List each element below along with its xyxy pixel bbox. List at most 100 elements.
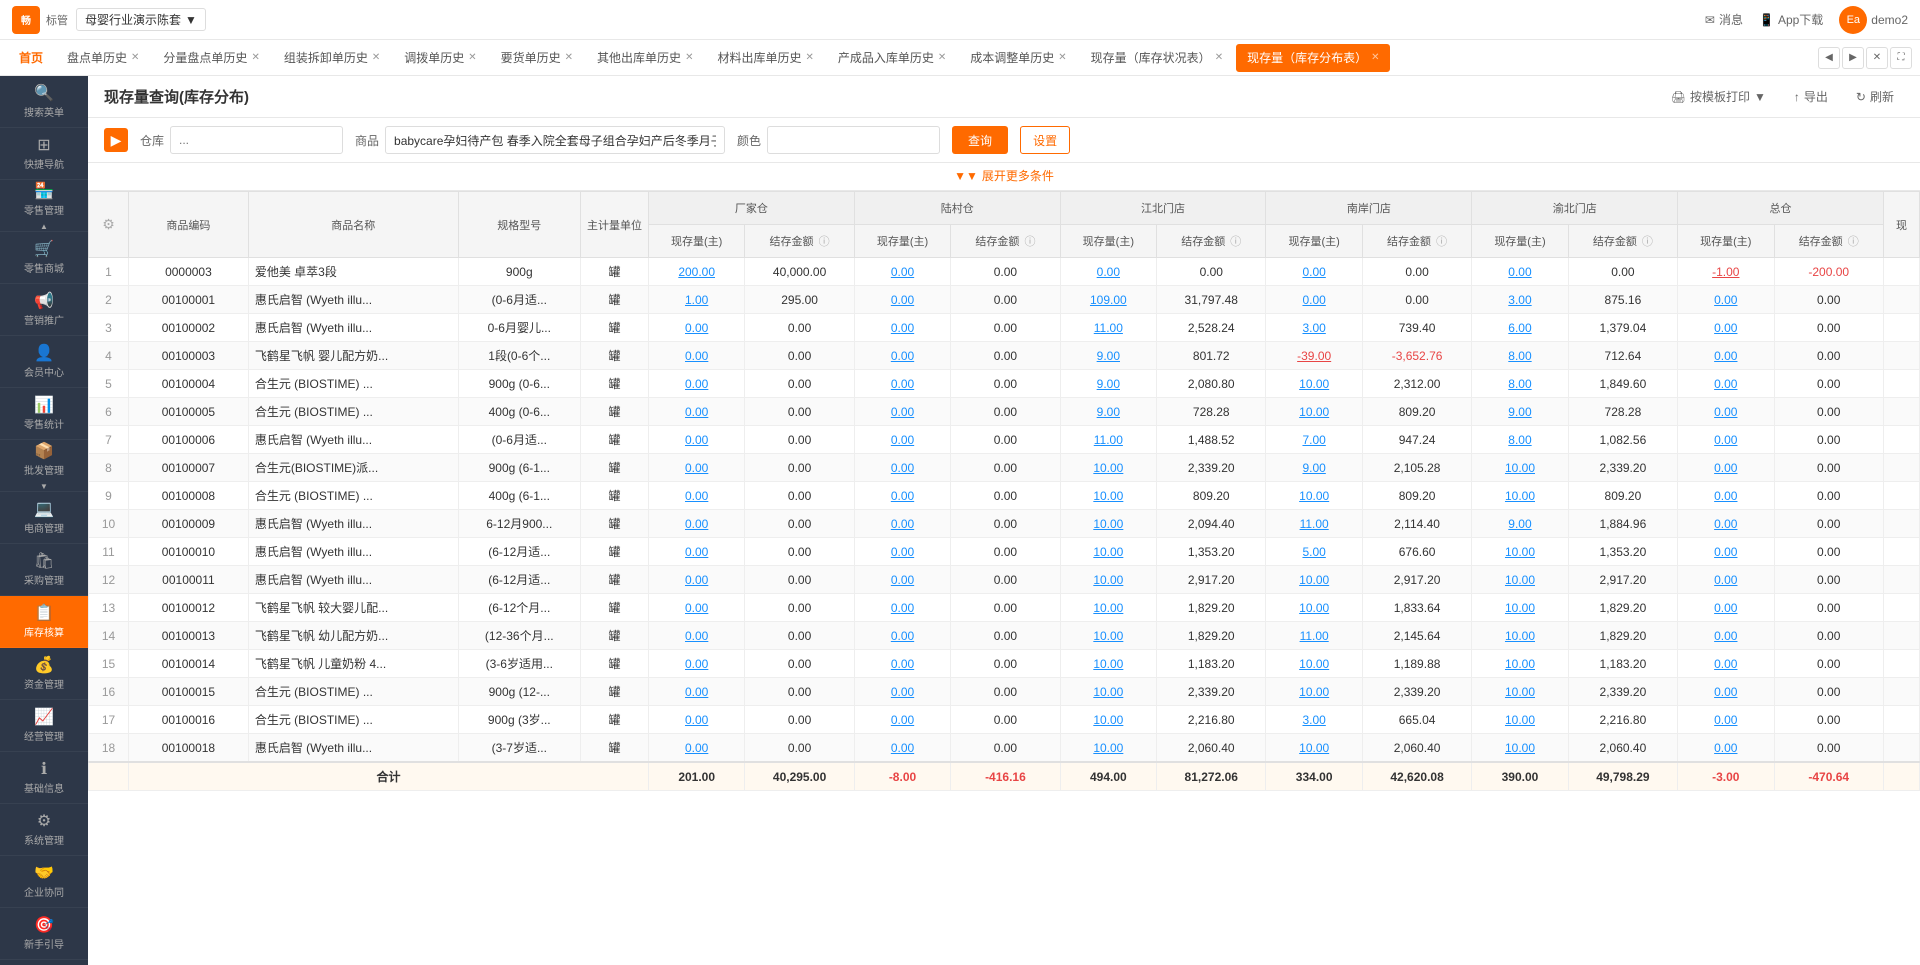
tab-stock-status[interactable]: 现存量（库存状况表） ✕ [1080, 44, 1234, 72]
sidebar-item-wholesale[interactable]: 📦 批发管理 ▼ [0, 440, 88, 492]
cell-nb-amt: 0.00 [1568, 258, 1677, 286]
table-row: 18 00100018 惠氏启智 (Wyeth illu... (3-7岁适..… [89, 734, 1920, 763]
tab-product-in[interactable]: 产成品入库单历史 ✕ [827, 44, 957, 72]
close-icon[interactable]: ✕ [565, 52, 573, 63]
cell-unit: 罐 [580, 398, 648, 426]
tab-order[interactable]: 要货单历史 ✕ [490, 44, 584, 72]
sidebar-item-system[interactable]: ⚙ 系统管理 [0, 804, 88, 856]
cell-na-amt: 1,189.88 [1362, 650, 1471, 678]
setting-btn[interactable]: 设置 [1020, 126, 1070, 154]
cell-name: 合生元 (BIOSTIME) ... [248, 370, 458, 398]
print-btn[interactable]: 🖨 按模板打印 ▼ [1661, 84, 1776, 109]
close-icon[interactable]: ✕ [372, 52, 380, 63]
cell-sum-jb-stock: 494.00 [1060, 762, 1156, 791]
sidebar-item-retail-mall[interactable]: 🛒 零售商城 [0, 232, 88, 284]
cell-nb-stock: 10.00 [1472, 734, 1568, 763]
info-icon6[interactable]: ⓘ [1642, 236, 1653, 248]
sidebar-item-finance[interactable]: 💰 资金管理 [0, 648, 88, 700]
close-icon[interactable]: ✕ [251, 52, 259, 63]
sidebar-item-search[interactable]: 🔍 搜索英单 [0, 76, 88, 128]
cell-code: 00100012 [129, 594, 249, 622]
sidebar-item-retail-stats[interactable]: 📊 零售统计 [0, 388, 88, 440]
expand-icon2: ▼ [40, 482, 48, 491]
top-bar-left: 畅 标管 母婴行业演示陈套 ▼ [12, 6, 206, 34]
sidebar-item-quick-nav[interactable]: ⊞ 快捷导航 [0, 128, 88, 180]
sidebar-item-guide[interactable]: 🎯 新手引导 [0, 908, 88, 960]
cell-na-amt: 2,114.40 [1362, 510, 1471, 538]
tab-partial-inventory[interactable]: 分量盘点单历史 ✕ [152, 44, 270, 72]
sidebar-item-marketing[interactable]: 📢 营销推广 [0, 284, 88, 336]
download-icon: 📱 [1759, 13, 1774, 27]
tab-transfer[interactable]: 调拨单历史 ✕ [393, 44, 487, 72]
info-icon4[interactable]: ⓘ [1230, 236, 1241, 248]
sidebar-item-ecommerce[interactable]: 💻 电商管理 [0, 492, 88, 544]
nav-close-all-btn[interactable]: ✕ [1866, 47, 1888, 69]
cell-na-amt: 2,339.20 [1362, 678, 1471, 706]
expand-more-btn[interactable]: ▼▼ 展开更多条件 [954, 167, 1054, 184]
nav-maximize-btn[interactable]: ⛶ [1890, 47, 1912, 69]
grid-icon: ⊞ [37, 135, 50, 155]
warehouse-input[interactable] [170, 126, 343, 154]
close-icon[interactable]: ✕ [938, 52, 946, 63]
sidebar-label-quick-nav: 快捷导航 [24, 159, 64, 172]
goods-input[interactable] [385, 126, 725, 154]
cell-l-amt: 0.00 [951, 566, 1060, 594]
user-area[interactable]: Ea demo2 [1839, 6, 1908, 34]
info-icon5[interactable]: ⓘ [1436, 236, 1447, 248]
tab-assembly[interactable]: 组装拆卸单历史 ✕ [273, 44, 391, 72]
close-icon[interactable]: ✕ [685, 52, 693, 63]
sidebar-item-stock[interactable]: 📋 库存核算 [0, 596, 88, 648]
nav-next-btn[interactable]: ▶ [1842, 47, 1864, 69]
cell-jb-stock: 10.00 [1060, 734, 1156, 763]
sidebar-item-apps[interactable]: 📱 应用中心 [0, 960, 88, 965]
th-settings[interactable]: ⚙ [89, 192, 129, 258]
cell-extra [1883, 426, 1919, 454]
message-btn[interactable]: ✉ 消息 [1705, 11, 1743, 28]
close-icon[interactable]: ✕ [805, 52, 813, 63]
close-icon[interactable]: ✕ [1215, 52, 1223, 63]
cell-t-amt: 0.00 [1774, 566, 1883, 594]
sidebar-label-collab: 企业协同 [24, 887, 64, 900]
color-input[interactable] [767, 126, 940, 154]
company-selector[interactable]: 母婴行业演示陈套 ▼ [76, 8, 206, 31]
tab-stock-distribution[interactable]: 现存量（库存分布表） ✕ [1236, 44, 1390, 72]
info-icon7[interactable]: ⓘ [1848, 236, 1859, 248]
cell-t-stock: 0.00 [1678, 398, 1774, 426]
info-icon3[interactable]: ⓘ [1024, 236, 1035, 248]
tab-material-out[interactable]: 材料出库单历史 ✕ [706, 44, 824, 72]
collab-icon: 🤝 [34, 863, 54, 883]
sidebar-item-basic-info[interactable]: ℹ 基础信息 [0, 752, 88, 804]
cell-na-stock: 3.00 [1266, 314, 1362, 342]
tab-home[interactable]: 首页 [8, 44, 54, 72]
collapse-btn[interactable]: ▶ [104, 128, 128, 152]
megaphone-icon: 📢 [34, 291, 54, 311]
sidebar-item-retail-mgmt[interactable]: 🏪 零售管理 ▲ [0, 180, 88, 232]
close-icon[interactable]: ✕ [131, 52, 139, 63]
search-btn[interactable]: 查询 [952, 126, 1008, 154]
info-icon2[interactable]: ⓘ [819, 236, 830, 248]
close-icon[interactable]: ✕ [1058, 52, 1066, 63]
cell-l-stock: 0.00 [854, 510, 950, 538]
cell-jb-amt: 2,216.80 [1157, 706, 1266, 734]
refresh-btn[interactable]: ↻ 刷新 [1846, 84, 1904, 109]
cell-f-amt: 0.00 [745, 622, 854, 650]
sidebar-label-basic-info: 基础信息 [24, 783, 64, 796]
export-btn[interactable]: ↑ 导出 [1784, 84, 1838, 109]
tab-inventory-history[interactable]: 盘点单历史 ✕ [56, 44, 150, 72]
sidebar-item-collab[interactable]: 🤝 企业协同 [0, 856, 88, 908]
tab-cost-adjust[interactable]: 成本调整单历史 ✕ [959, 44, 1077, 72]
tab-outbound[interactable]: 其他出库单历史 ✕ [586, 44, 704, 72]
cell-sum-label: 合计 [129, 762, 649, 791]
sidebar-item-member[interactable]: 👤 会员中心 [0, 336, 88, 388]
cell-t-amt: 0.00 [1774, 734, 1883, 763]
close-icon[interactable]: ✕ [1371, 52, 1379, 63]
cell-t-stock: 0.00 [1678, 314, 1774, 342]
sidebar-item-operations[interactable]: 📈 经营管理 [0, 700, 88, 752]
cell-unit: 罐 [580, 286, 648, 314]
cell-index: 1 [89, 258, 129, 286]
close-icon[interactable]: ✕ [468, 52, 476, 63]
nav-prev-btn[interactable]: ◀ [1818, 47, 1840, 69]
sidebar-item-purchase[interactable]: 🛍 采购管理 [0, 544, 88, 596]
app-download-btn[interactable]: 📱 App下载 [1759, 11, 1823, 28]
cell-jb-amt: 809.20 [1157, 482, 1266, 510]
